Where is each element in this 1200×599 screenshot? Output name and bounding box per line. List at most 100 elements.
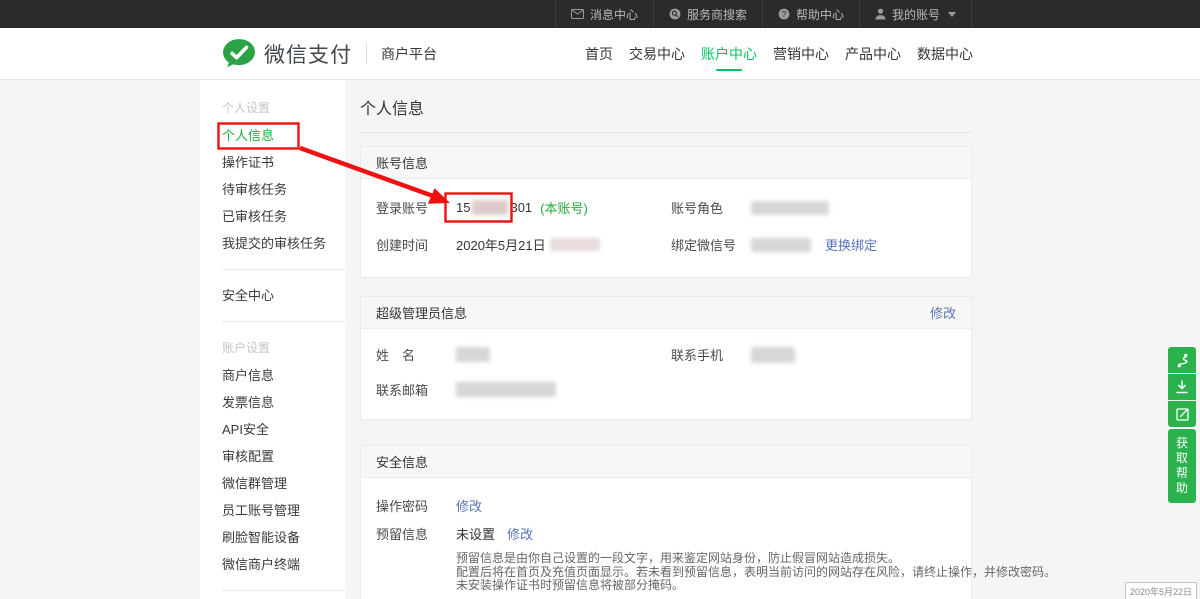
sidebar-header-personal-settings: 个人设置 (200, 94, 345, 122)
login-account-value: 15 301 (456, 200, 532, 215)
topbar-item-my-account[interactable]: 我的账号 (859, 0, 972, 28)
admin-name-label: 姓 名 (376, 345, 456, 364)
sidebar-item-pending-review-tasks[interactable]: 待审核任务 (200, 176, 345, 203)
admin-phone-cell: 联系手机 (671, 345, 956, 364)
sidebar-item-merchant-info[interactable]: 商户信息 (200, 362, 345, 389)
reserved-info-note-line: 未安装操作证书时预留信息将被部分掩码。 (456, 579, 956, 593)
sidebar-divider (222, 590, 345, 591)
download-icon (1175, 380, 1189, 394)
admin-name-cell: 姓 名 (376, 345, 671, 364)
wechat-pay-logo-icon[interactable] (222, 38, 256, 70)
get-help-label: 获取帮助 (1176, 436, 1189, 496)
sidebar-item-security-center[interactable]: 安全中心 (200, 282, 345, 309)
page-title: 个人信息 (360, 80, 972, 132)
operation-password-row: 操作密码 修改 (376, 490, 956, 520)
topbar-item-label: 我的账号 (892, 6, 940, 23)
admin-email-cell: 联系邮箱 (376, 380, 671, 399)
redacted-created-time (550, 238, 600, 251)
sidebar-item-staff-account-mgmt[interactable]: 员工账号管理 (200, 497, 345, 524)
top-utility-bar: 消息中心 服务商搜索 ? 帮助中心 我的账号 (0, 0, 1200, 28)
sidebar: 个人设置 个人信息 操作证书 待审核任务 已审核任务 我提交的审核任务 安全中心… (200, 80, 345, 599)
reserved-info-note-line: 配置后将在首页及充值页面显示。若未看到预留信息，表明当前访问的网站存在风险，请终… (456, 566, 956, 580)
sidebar-item-personal-info[interactable]: 个人信息 (200, 122, 345, 149)
topbar-item-provider-search[interactable]: 服务商搜索 (653, 0, 762, 28)
portal-name: 商户平台 (381, 44, 437, 64)
nav-item-home[interactable]: 首页 (585, 28, 613, 79)
security-info-card: 安全信息 操作密码 修改 预留信息 未设置 修改 预留信息是由你自己设置的一段文… (360, 445, 972, 599)
brand-name[interactable]: 微信支付 (264, 39, 352, 69)
account-info-card-body: 登录账号 15301 (本账号) 账号角色 创建时间 2020年5月21日 (361, 179, 971, 263)
sidebar-item-review-config[interactable]: 审核配置 (200, 443, 345, 470)
current-account-tag: (本账号) (540, 198, 588, 217)
feedback-button[interactable] (1168, 401, 1196, 427)
sidebar-item-operation-certificate[interactable]: 操作证书 (200, 149, 345, 176)
topbar-item-label: 服务商搜索 (687, 6, 747, 23)
sidebar-item-wechat-group-mgmt[interactable]: 微信群管理 (200, 470, 345, 497)
redacted-wechat-id (751, 238, 811, 252)
sidebar-item-reviewed-tasks[interactable]: 已审核任务 (200, 203, 345, 230)
super-admin-card-title: 超级管理员信息 (376, 303, 467, 322)
operation-password-edit-link[interactable]: 修改 (456, 496, 482, 515)
reserved-info-label: 预留信息 (376, 524, 456, 543)
help-icon: ? (778, 8, 790, 20)
admin-phone-label: 联系手机 (671, 345, 751, 364)
sidebar-item-merchant-terminal[interactable]: 微信商户终端 (200, 551, 345, 578)
rebind-link[interactable]: 更换绑定 (825, 235, 877, 254)
date-tooltip: 2020年5月22日 (1125, 582, 1197, 599)
account-info-card-header: 账号信息 (361, 147, 971, 179)
main-nav: 首页 交易中心 账户中心 营销中心 产品中心 数据中心 (585, 28, 973, 79)
mail-icon (571, 9, 584, 19)
redacted-account-role (751, 201, 829, 215)
security-info-card-header: 安全信息 (361, 446, 971, 478)
nav-item-transaction-center[interactable]: 交易中心 (629, 28, 685, 79)
redacted-admin-phone (751, 347, 795, 363)
topbar-item-messages[interactable]: 消息中心 (555, 0, 653, 28)
info-row: 创建时间 2020年5月21日 绑定微信号 更换绑定 (376, 226, 956, 263)
sidebar-divider (222, 269, 345, 270)
redacted-admin-name (456, 347, 490, 362)
sidebar-divider (222, 321, 345, 322)
account-role-cell: 账号角色 (671, 198, 956, 217)
search-icon (669, 8, 681, 20)
reserved-info-notes: 预留信息是由你自己设置的一段文字，用来鉴定网站身份，防止假冒网站造成损失。 配置… (376, 552, 956, 593)
login-account-suffix: 301 (510, 200, 532, 215)
reserved-info-note-line: 预留信息是由你自己设置的一段文字，用来鉴定网站身份，防止假冒网站造成损失。 (456, 552, 956, 566)
site-header: 微信支付 商户平台 首页 交易中心 账户中心 营销中心 产品中心 数据中心 (0, 28, 1200, 80)
nav-item-marketing-center[interactable]: 营销中心 (773, 28, 829, 79)
account-info-card: 账号信息 登录账号 15 301 (本账号) 账号角色 (360, 146, 972, 278)
login-account-cell: 登录账号 15 301 (本账号) (376, 198, 671, 217)
info-row: 联系邮箱 (376, 372, 956, 407)
super-admin-card: 超级管理员信息 修改 姓 名 联系手机 (360, 296, 972, 420)
sidebar-item-invoice-info[interactable]: 发票信息 (200, 389, 345, 416)
info-row: 姓 名 联系手机 (376, 337, 956, 372)
merchant-platform-page: 消息中心 服务商搜索 ? 帮助中心 我的账号 微信支付 商户平台 首页 (0, 0, 1200, 599)
nav-item-account-center[interactable]: 账户中心 (701, 28, 757, 79)
account-role-label: 账号角色 (671, 198, 751, 217)
reserved-info-edit-link[interactable]: 修改 (507, 524, 533, 543)
login-account-prefix: 15 (456, 200, 470, 215)
super-admin-card-body: 姓 名 联系手机 联系邮箱 (361, 329, 971, 407)
sidebar-item-my-submitted-tasks[interactable]: 我提交的审核任务 (200, 230, 345, 257)
bound-wechat-cell: 绑定微信号 更换绑定 (671, 235, 956, 254)
floating-help-group: 获取帮助 (1168, 347, 1196, 503)
hotline-button[interactable] (1168, 347, 1196, 373)
login-account-label: 登录账号 (376, 198, 456, 217)
security-info-card-title: 安全信息 (376, 452, 428, 471)
title-divider (360, 132, 972, 133)
topbar-item-label: 帮助中心 (796, 6, 844, 23)
topbar-item-label: 消息中心 (590, 6, 638, 23)
created-time-label: 创建时间 (376, 235, 456, 254)
topbar-item-help-center[interactable]: ? 帮助中心 (762, 0, 859, 28)
nav-item-product-center[interactable]: 产品中心 (845, 28, 901, 79)
get-help-button[interactable]: 获取帮助 (1168, 429, 1196, 503)
sidebar-item-api-security[interactable]: API安全 (200, 416, 345, 443)
security-info-card-body: 操作密码 修改 预留信息 未设置 修改 预留信息是由你自己设置的一段文字，用来鉴… (361, 478, 971, 593)
brand: 微信支付 商户平台 (222, 28, 437, 79)
super-admin-edit-link[interactable]: 修改 (930, 303, 956, 322)
download-button[interactable] (1168, 374, 1196, 400)
sidebar-item-face-device[interactable]: 刷脸智能设备 (200, 524, 345, 551)
user-icon (875, 8, 886, 20)
operation-password-label: 操作密码 (376, 496, 456, 515)
info-row: 登录账号 15 301 (本账号) 账号角色 (376, 189, 956, 226)
nav-item-data-center[interactable]: 数据中心 (917, 28, 973, 79)
